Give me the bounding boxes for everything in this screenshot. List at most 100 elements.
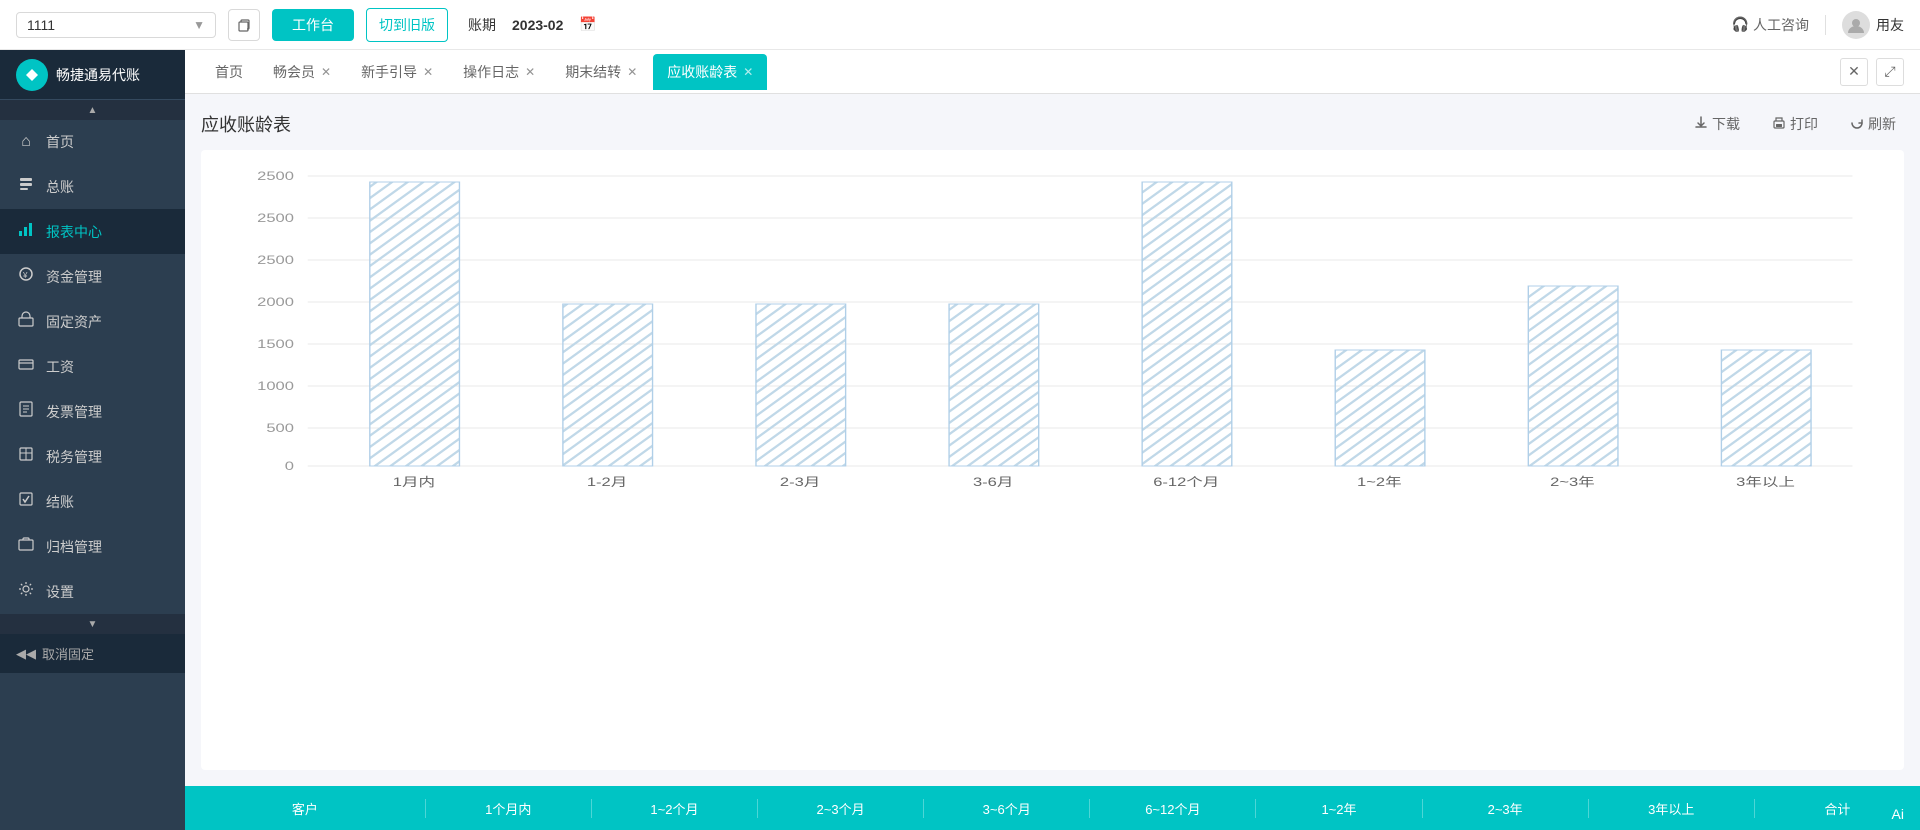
tax-icon xyxy=(16,446,36,467)
top-header: 1111 ▼ 工作台 切到旧版 账期 2023-02 📅 🎧 人工咨询 用友 xyxy=(0,0,1920,50)
svg-text:6-12个月: 6-12个月 xyxy=(1153,475,1219,489)
divider xyxy=(1825,15,1826,35)
tab-actions: ✕ ⤢ xyxy=(1840,58,1904,86)
tab-closing[interactable]: 期末结转 ✕ xyxy=(551,54,651,90)
reports-icon xyxy=(16,221,36,242)
sidebar-item-ledger[interactable]: 总账 xyxy=(0,164,185,209)
print-icon xyxy=(1772,116,1786,133)
refresh-button[interactable]: 刷新 xyxy=(1842,110,1904,138)
page-title-bar: 应收账龄表 下载 xyxy=(201,110,1904,138)
salary-icon xyxy=(16,356,36,377)
table-col-1-2m: 1~2个月 xyxy=(592,799,758,818)
table-col-3-6m: 3~6个月 xyxy=(924,799,1090,818)
page-content: 应收账龄表 下载 xyxy=(185,94,1920,786)
table-col-3y-plus: 3年以上 xyxy=(1589,799,1755,818)
header-right: 🎧 人工咨询 用友 xyxy=(1732,11,1904,39)
settings-icon xyxy=(16,581,36,602)
tab-oplog-label: 操作日志 xyxy=(463,62,519,82)
table-col-2-3y: 2~3年 xyxy=(1423,799,1589,818)
print-button[interactable]: 打印 xyxy=(1764,110,1826,138)
sidebar-item-settings[interactable]: 设置 xyxy=(0,569,185,614)
sidebar-item-archive[interactable]: 归档管理 xyxy=(0,524,185,569)
consult-button[interactable]: 🎧 人工咨询 xyxy=(1732,15,1809,35)
avatar xyxy=(1842,11,1870,39)
tab-guide[interactable]: 新手引导 ✕ xyxy=(347,54,447,90)
table-col-1-2y: 1~2年 xyxy=(1256,799,1422,818)
table-col-customer: 客户 xyxy=(185,799,426,818)
bar-chart: 2500 2500 2500 2000 1500 1000 500 0 xyxy=(225,166,1880,506)
old-version-button[interactable]: 切到旧版 xyxy=(366,8,448,42)
svg-text:3年以上: 3年以上 xyxy=(1736,475,1795,489)
content-area: 首页 畅会员 ✕ 新手引导 ✕ 操作日志 ✕ 期末结转 ✕ 应收账龄表 ✕ xyxy=(185,50,1920,830)
tab-home[interactable]: 首页 xyxy=(201,54,257,90)
svg-text:2~3年: 2~3年 xyxy=(1550,475,1595,489)
company-selector[interactable]: 1111 ▼ xyxy=(16,12,216,38)
copy-button[interactable] xyxy=(228,9,260,41)
calendar-icon[interactable]: 📅 xyxy=(579,16,596,33)
ledger-icon xyxy=(16,176,36,197)
tab-oplog[interactable]: 操作日志 ✕ xyxy=(449,54,549,90)
sidebar-scroll-down[interactable]: ▼ xyxy=(0,614,185,634)
table-col-1m: 1个月内 xyxy=(426,799,592,818)
workbench-button[interactable]: 工作台 xyxy=(272,9,354,41)
sidebar-item-assets[interactable]: 固定资产 xyxy=(0,299,185,344)
sidebar-scroll-up[interactable]: ▲ xyxy=(0,100,185,120)
tab-guide-label: 新手引导 xyxy=(361,62,417,82)
user-name: 用友 xyxy=(1876,15,1904,35)
refresh-icon xyxy=(1850,116,1864,133)
download-icon xyxy=(1694,116,1708,133)
sidebar-item-tax[interactable]: 税务管理 xyxy=(0,434,185,479)
svg-text:¥: ¥ xyxy=(22,271,28,280)
chevron-down-icon: ▼ xyxy=(193,18,205,32)
tab-oplog-close[interactable]: ✕ xyxy=(525,65,535,79)
svg-text:2500: 2500 xyxy=(257,170,294,183)
action-buttons: 下载 打印 xyxy=(1686,110,1904,138)
expand-tab-button[interactable]: ⤢ xyxy=(1876,58,1904,86)
svg-text:0: 0 xyxy=(285,460,294,473)
close-tab-button[interactable]: ✕ xyxy=(1840,58,1868,86)
svg-text:1月内: 1月内 xyxy=(393,475,435,489)
main-layout: 畅捷通易代账 ▲ ⌂ 首页 总账 xyxy=(0,50,1920,830)
sidebar: 畅捷通易代账 ▲ ⌂ 首页 总账 xyxy=(0,50,185,830)
sidebar-item-salary[interactable]: 工资 xyxy=(0,344,185,389)
tab-member-label: 畅会员 xyxy=(273,62,315,82)
tab-aging[interactable]: 应收账龄表 ✕ xyxy=(653,54,767,90)
svg-text:3-6月: 3-6月 xyxy=(973,476,1013,489)
sidebar-item-closing[interactable]: 结账 xyxy=(0,479,185,524)
tab-aging-label: 应收账龄表 xyxy=(667,62,737,82)
download-button[interactable]: 下载 xyxy=(1686,110,1748,138)
svg-text:2000: 2000 xyxy=(257,296,294,309)
invoice-icon xyxy=(16,401,36,422)
assets-icon xyxy=(16,311,36,332)
ai-badge[interactable]: Ai xyxy=(1876,798,1920,830)
sidebar-item-home[interactable]: ⌂ 首页 xyxy=(0,120,185,164)
svg-text:1~2年: 1~2年 xyxy=(1357,475,1402,489)
tab-member[interactable]: 畅会员 ✕ xyxy=(259,54,345,90)
tab-member-close[interactable]: ✕ xyxy=(321,65,331,79)
cancel-fixed-button[interactable]: ◀◀ 取消固定 xyxy=(0,634,185,673)
company-name: 1111 xyxy=(27,17,185,33)
sidebar-item-funds[interactable]: ¥ 资金管理 xyxy=(0,254,185,299)
tab-aging-close[interactable]: ✕ xyxy=(743,65,753,79)
tab-home-label: 首页 xyxy=(215,62,243,82)
page-title: 应收账龄表 xyxy=(201,111,291,137)
sidebar-item-invoice[interactable]: 发票管理 xyxy=(0,389,185,434)
svg-text:500: 500 xyxy=(266,422,294,435)
user-button[interactable]: 用友 xyxy=(1842,11,1904,39)
svg-text:1-2月: 1-2月 xyxy=(587,476,627,489)
svg-text:1000: 1000 xyxy=(257,380,294,393)
tab-closing-close[interactable]: ✕ xyxy=(627,65,637,79)
tab-bar: 首页 畅会员 ✕ 新手引导 ✕ 操作日志 ✕ 期末结转 ✕ 应收账龄表 ✕ xyxy=(185,50,1920,94)
sidebar-item-reports[interactable]: 报表中心 xyxy=(0,209,185,254)
chart-container: 2500 2500 2500 2000 1500 1000 500 0 xyxy=(201,150,1904,770)
unpin-icon: ◀◀ xyxy=(16,646,36,662)
sidebar-logo: 畅捷通易代账 xyxy=(0,50,185,100)
period-value: 2023-02 xyxy=(512,17,563,33)
headset-icon: 🎧 xyxy=(1732,16,1749,33)
svg-text:1500: 1500 xyxy=(257,338,294,351)
closing-icon xyxy=(16,491,36,512)
svg-text:2-3月: 2-3月 xyxy=(780,476,820,489)
table-col-6-12m: 6~12个月 xyxy=(1090,799,1256,818)
tab-guide-close[interactable]: ✕ xyxy=(423,65,433,79)
tab-closing-label: 期末结转 xyxy=(565,62,621,82)
